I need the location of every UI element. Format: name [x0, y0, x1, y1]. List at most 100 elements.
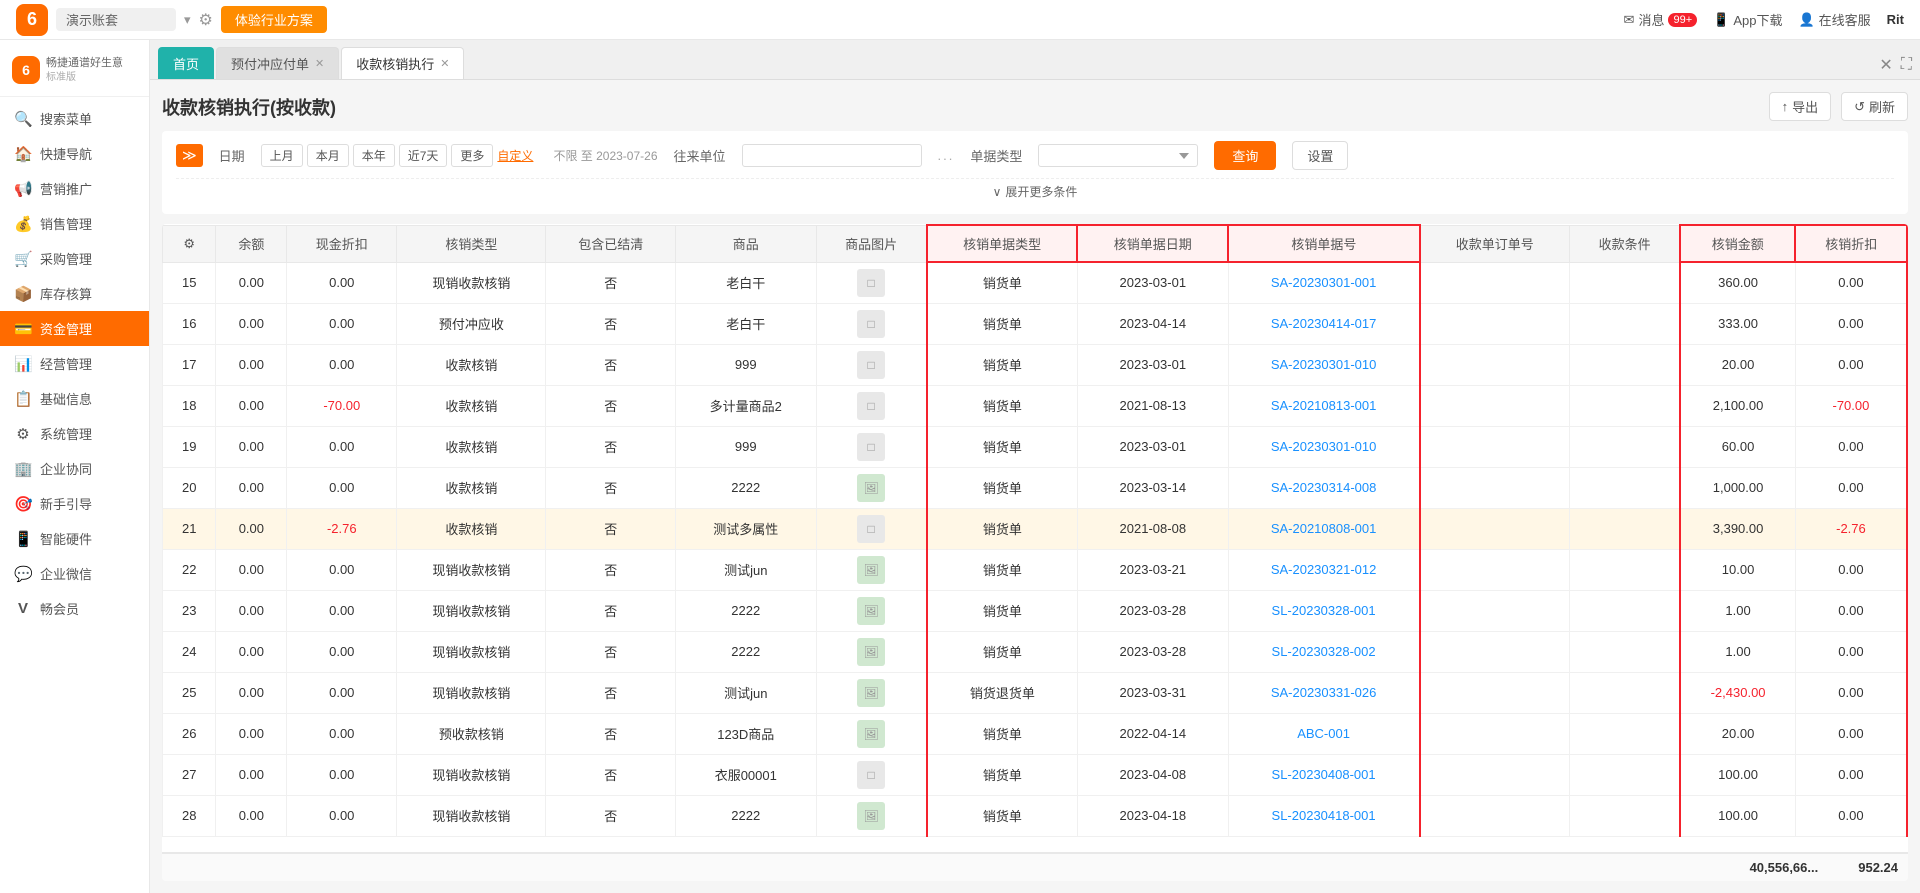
- bill-no-link[interactable]: SL-20230418-001: [1272, 808, 1376, 823]
- partner-input[interactable]: [742, 144, 922, 167]
- user-name[interactable]: Rit: [1887, 12, 1904, 27]
- top-bar-left: 6 演示账套 ▾ ⚙ 体验行业方案: [16, 4, 1614, 36]
- date-btn-this-month[interactable]: 本月: [307, 144, 349, 167]
- th-settings[interactable]: ⚙: [163, 225, 216, 262]
- voucher-type-select[interactable]: [1038, 144, 1198, 167]
- table-scroll[interactable]: ⚙ 余额 现金折扣 核销类型 包含已结清 商品 商品图片 核销单据类型 核销单据…: [162, 224, 1908, 852]
- row-no: 18: [163, 385, 216, 426]
- bill-no-link[interactable]: SA-20230321-012: [1271, 562, 1377, 577]
- prepay-tab-close-icon[interactable]: ✕: [315, 57, 324, 70]
- company-selector[interactable]: 演示账套: [56, 8, 176, 31]
- date-btn-this-year[interactable]: 本年: [353, 144, 395, 167]
- row-cash-discount: 0.00: [287, 426, 397, 467]
- messages-area[interactable]: ✉ 消息 99+: [1624, 10, 1698, 29]
- export-button[interactable]: ↑ 导出: [1769, 92, 1832, 121]
- row-goods: 999: [676, 426, 816, 467]
- row-bill-date: 2023-03-28: [1077, 590, 1228, 631]
- sidebar-item-smart-hw[interactable]: 📱 智能硬件: [0, 521, 149, 556]
- table-row: 15 0.00 0.00 现销收款核销 否 老白干 □ 销货单 2023-03-…: [163, 262, 1908, 303]
- table-row: 25 0.00 0.00 现销收款核销 否 测试jun 🖼 销货退货单 2023…: [163, 672, 1908, 713]
- bill-no-link[interactable]: SA-20230414-017: [1271, 316, 1377, 331]
- row-balance: 0.00: [216, 713, 287, 754]
- sidebar-label-newbie: 新手引导: [40, 494, 92, 513]
- row-writeoff-discount: 0.00: [1795, 262, 1907, 303]
- sidebar-item-quick-nav[interactable]: 🏠 快捷导航: [0, 136, 149, 171]
- sidebar-label-inventory: 库存核算: [40, 284, 92, 303]
- bill-no-link[interactable]: SA-20230301-010: [1271, 439, 1377, 454]
- bill-no-link[interactable]: ABC-001: [1297, 726, 1350, 741]
- row-goods: 多计量商品2: [676, 385, 816, 426]
- date-custom-link[interactable]: 自定义: [497, 147, 533, 164]
- row-writeoff-discount: 0.00: [1795, 713, 1907, 754]
- table-row: 24 0.00 0.00 现销收款核销 否 2222 🖼 销货单 2023-03…: [163, 631, 1908, 672]
- date-btn-more[interactable]: 更多: [451, 144, 493, 167]
- row-writeoff-amount: 360.00: [1680, 262, 1795, 303]
- online-service-area[interactable]: 👤 在线客服: [1798, 10, 1870, 29]
- product-image-placeholder: □: [857, 433, 885, 461]
- messages-badge: 99+: [1668, 13, 1697, 27]
- bill-no-link[interactable]: SA-20210813-001: [1271, 398, 1377, 413]
- date-btn-7days[interactable]: 近7天: [399, 144, 448, 167]
- row-writeoff-type: 现销收款核销: [397, 631, 546, 672]
- date-btn-last-month[interactable]: 上月: [261, 144, 303, 167]
- bill-no-link[interactable]: SA-20230314-008: [1271, 480, 1377, 495]
- date-buttons: 上月 本月 本年 近7天 更多 自定义: [261, 144, 534, 167]
- row-cash-discount: 0.00: [287, 672, 397, 713]
- table-row: 27 0.00 0.00 现销收款核销 否 衣服00001 □ 销货单 2023…: [163, 754, 1908, 795]
- sidebar-item-search[interactable]: 🔍 搜索菜单: [0, 101, 149, 136]
- sidebar-item-newbie[interactable]: 🎯 新手引导: [0, 486, 149, 521]
- filter-collapse-button[interactable]: ≫: [176, 144, 203, 167]
- row-cash-discount: 0.00: [287, 344, 397, 385]
- filter-bar: ≫ 日期 上月 本月 本年 近7天 更多 自定义 不限 至 2023-07-26: [162, 131, 1908, 214]
- receipt-tab-close-icon[interactable]: ✕: [440, 57, 449, 70]
- newbie-icon: 🎯: [14, 495, 32, 513]
- row-bill-date: 2023-03-28: [1077, 631, 1228, 672]
- bill-no-link[interactable]: SL-20230408-001: [1272, 767, 1376, 782]
- table-row: 20 0.00 0.00 收款核销 否 2222 🖼 销货单 2023-03-1…: [163, 467, 1908, 508]
- sidebar-item-finance[interactable]: 💳 资金管理: [0, 311, 149, 346]
- table-row: 21 0.00 -2.76 收款核销 否 测试多属性 □ 销货单 2021-08…: [163, 508, 1908, 549]
- sidebar-item-marketing[interactable]: 📢 营销推广: [0, 171, 149, 206]
- sidebar-item-basic[interactable]: 📋 基础信息: [0, 381, 149, 416]
- product-image: 🖼: [857, 474, 885, 502]
- row-receipt-order: [1420, 754, 1570, 795]
- query-button[interactable]: 查询: [1214, 141, 1276, 170]
- row-writeoff-discount: 0.00: [1795, 754, 1907, 795]
- settings-icon[interactable]: ⚙: [199, 10, 213, 30]
- bill-no-link[interactable]: SA-20210808-001: [1271, 521, 1377, 536]
- expand-conditions-button[interactable]: ∨ 展开更多条件: [176, 178, 1894, 204]
- tab-prepay[interactable]: 预付冲应付单 ✕: [216, 47, 339, 79]
- tab-fullscreen-button[interactable]: ⛶: [1901, 56, 1912, 74]
- industry-solution-button[interactable]: 体验行业方案: [221, 6, 327, 33]
- sidebar-item-enterprise[interactable]: 🏢 企业协同: [0, 451, 149, 486]
- sidebar-item-wechat[interactable]: 💬 企业微信: [0, 556, 149, 591]
- tab-receipt[interactable]: 收款核销执行 ✕: [341, 47, 464, 79]
- sidebar-item-purchase[interactable]: 🛒 采购管理: [0, 241, 149, 276]
- sidebar-item-inventory[interactable]: 📦 库存核算: [0, 276, 149, 311]
- sidebar-item-system[interactable]: ⚙ 系统管理: [0, 416, 149, 451]
- bill-no-link[interactable]: SA-20230301-010: [1271, 357, 1377, 372]
- bill-no-link[interactable]: SA-20230331-026: [1271, 685, 1377, 700]
- tab-close-all-button[interactable]: ✕: [1879, 55, 1892, 75]
- row-writeoff-discount: -2.76: [1795, 508, 1907, 549]
- row-receipt-order: [1420, 631, 1570, 672]
- sidebar-item-sales[interactable]: 💰 销售管理: [0, 206, 149, 241]
- refresh-button[interactable]: ↺ 刷新: [1841, 92, 1908, 121]
- row-bill-date: 2023-03-01: [1077, 344, 1228, 385]
- tab-home[interactable]: 首页: [158, 47, 214, 79]
- app-download-area[interactable]: 📱 App下载: [1713, 10, 1782, 29]
- bill-no-link[interactable]: SL-20230328-002: [1272, 644, 1376, 659]
- row-balance: 0.00: [216, 385, 287, 426]
- chevron-down-icon[interactable]: ▾: [184, 12, 191, 28]
- th-goods: 商品: [676, 225, 816, 262]
- bill-no-link[interactable]: SL-20230328-001: [1272, 603, 1376, 618]
- sidebar-item-member[interactable]: V 畅会员: [0, 591, 149, 626]
- product-image-placeholder: □: [857, 515, 885, 543]
- filter-settings-button[interactable]: 设置: [1292, 141, 1348, 170]
- wechat-icon: 💬: [14, 565, 32, 583]
- sidebar-label-sales: 销售管理: [40, 214, 92, 233]
- bill-no-link[interactable]: SA-20230301-001: [1271, 275, 1377, 290]
- sidebar-item-operations[interactable]: 📊 经营管理: [0, 346, 149, 381]
- row-bill-type: 销货单: [927, 344, 1078, 385]
- row-bill-type: 销货单: [927, 590, 1078, 631]
